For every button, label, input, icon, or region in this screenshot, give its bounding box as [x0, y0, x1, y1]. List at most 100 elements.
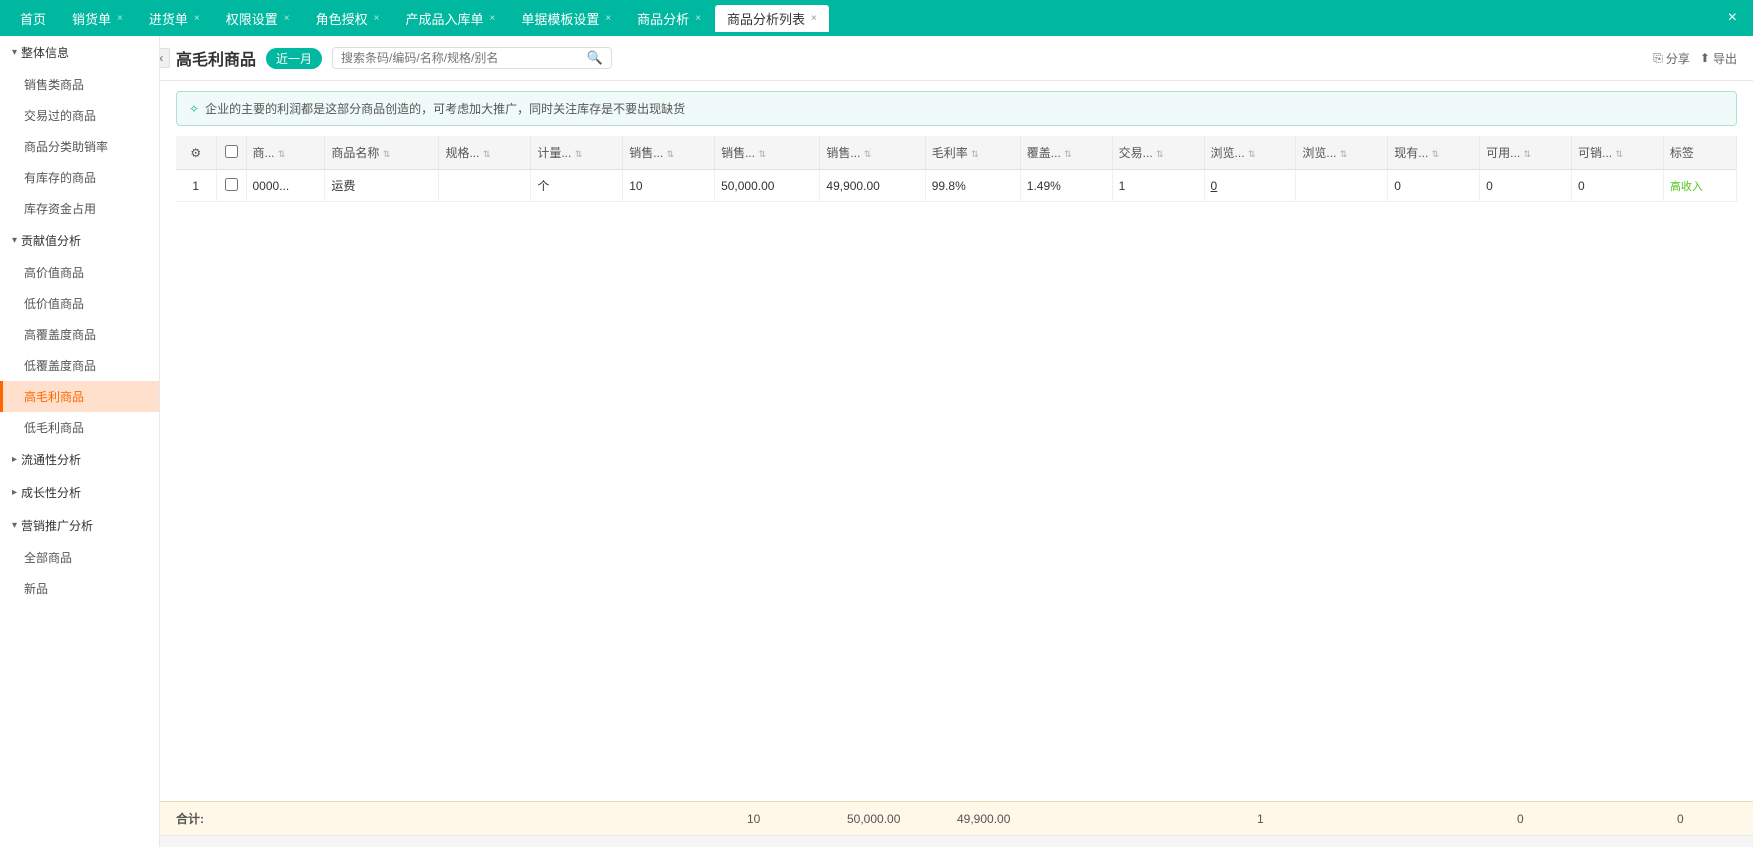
col-header-stock-available[interactable]: 可用... ⇅ — [1480, 136, 1572, 170]
close-app-button[interactable]: × — [1720, 5, 1745, 31]
sidebar-item-stock-capital[interactable]: 库存资金占用 — [0, 193, 159, 224]
sidebar-item-traded-goods[interactable]: 交易过的商品 — [0, 100, 159, 131]
col-header-name[interactable]: 商品名称 ⇅ — [325, 136, 439, 170]
collapse-sidebar-button[interactable]: « — [160, 48, 170, 68]
sidebar-item-sales-goods[interactable]: 销售类商品 — [0, 69, 159, 100]
col-header-sale-qty[interactable]: 销售... ⇅ — [623, 136, 715, 170]
nav-tab-permission[interactable]: 权限设置 × — [214, 5, 302, 32]
cell-stock-sale: 0 — [1572, 170, 1664, 202]
cell-sale-amount: 50,000.00 — [715, 170, 820, 202]
search-box: 🔍 — [332, 47, 612, 69]
cell-spec — [439, 170, 531, 202]
top-nav: 首页 销货单 × 进货单 × 权限设置 × 角色授权 × 产成品入库单 × 单据… — [0, 0, 1753, 36]
close-sales-tab[interactable]: × — [117, 13, 123, 24]
nav-tab-home[interactable]: 首页 — [8, 5, 58, 32]
content-header: 高毛利商品 近一月 🔍 ⎘ 分享 ⬆ 导出 — [160, 36, 1753, 81]
sidebar-group-liquidity[interactable]: ▸ 流通性分析 — [0, 443, 159, 476]
search-icon: 🔍 — [587, 50, 603, 66]
col-header-stock-current[interactable]: 现有... ⇅ — [1388, 136, 1480, 170]
sort-icon-unit: ⇅ — [575, 149, 583, 159]
sidebar-item-all-goods[interactable]: 全部商品 — [0, 542, 159, 573]
footer-sale-qty: 10 — [747, 812, 827, 826]
chevron-right-icon-2: ▸ — [12, 487, 17, 498]
sort-icon-sale-profit: ⇅ — [864, 149, 872, 159]
filter-month-button[interactable]: 近一月 — [266, 48, 322, 69]
nav-tab-analysis-list[interactable]: 商品分析列表 × — [715, 5, 829, 32]
close-analysis-tab[interactable]: × — [695, 13, 701, 24]
sidebar-item-new-goods[interactable]: 新品 — [0, 573, 159, 604]
sidebar-item-high-coverage[interactable]: 高覆盖度商品 — [0, 319, 159, 350]
nav-tab-role[interactable]: 角色授权 × — [304, 5, 392, 32]
col-header-sale-profit[interactable]: 销售... ⇅ — [820, 136, 925, 170]
col-header-spec[interactable]: 规格... ⇅ — [439, 136, 531, 170]
chevron-right-icon: ▸ — [12, 454, 17, 465]
col-header-tag[interactable]: 标签 — [1663, 136, 1736, 170]
view1-link[interactable]: 0 — [1211, 179, 1218, 193]
content-area: « 高毛利商品 近一月 🔍 ⎘ 分享 ⬆ 导出 ✧ — [160, 36, 1753, 847]
cell-margin-rate: 99.8% — [925, 170, 1020, 202]
cell-check[interactable] — [216, 170, 246, 202]
sidebar-item-low-margin[interactable]: 低毛利商品 — [0, 412, 159, 443]
main-layout: ▾ 整体信息 销售类商品 交易过的商品 商品分类助销率 有库存的商品 库存资金占… — [0, 36, 1753, 847]
sidebar-item-high-value[interactable]: 高价值商品 — [0, 257, 159, 288]
col-header-stock-sale[interactable]: 可销... ⇅ — [1572, 136, 1664, 170]
nav-tab-purchase[interactable]: 进货单 × — [137, 5, 212, 32]
cell-name: 运费 — [325, 170, 439, 202]
sidebar: ▾ 整体信息 销售类商品 交易过的商品 商品分类助销率 有库存的商品 库存资金占… — [0, 36, 160, 847]
select-all-checkbox[interactable] — [225, 145, 238, 158]
close-purchase-tab[interactable]: × — [194, 13, 200, 24]
col-header-trade[interactable]: 交易... ⇅ — [1112, 136, 1204, 170]
search-input[interactable] — [341, 51, 587, 65]
close-product-in-tab[interactable]: × — [489, 13, 495, 24]
sidebar-group-contribution[interactable]: ▾ 贡献值分析 — [0, 224, 159, 257]
col-header-unit[interactable]: 计量... ⇅ — [531, 136, 623, 170]
share-button[interactable]: ⎘ 分享 — [1653, 50, 1690, 67]
col-header-settings[interactable]: ⚙ — [176, 136, 216, 170]
nav-tab-sales[interactable]: 销货单 × — [60, 5, 135, 32]
sort-icon-sale-amount: ⇅ — [758, 149, 766, 159]
col-header-sale-amount[interactable]: 销售... ⇅ — [715, 136, 820, 170]
nav-tab-analysis[interactable]: 商品分析 × — [625, 5, 713, 32]
col-header-margin[interactable]: 毛利率 ⇅ — [925, 136, 1020, 170]
col-header-view1[interactable]: 浏览... ⇅ — [1204, 136, 1296, 170]
sidebar-item-low-coverage[interactable]: 低覆盖度商品 — [0, 350, 159, 381]
sort-icon-trade: ⇅ — [1156, 149, 1164, 159]
info-icon: ✧ — [189, 102, 199, 116]
horizontal-scrollbar[interactable] — [160, 835, 1753, 847]
sort-icon-margin: ⇅ — [971, 149, 979, 159]
sidebar-item-stocked-goods[interactable]: 有库存的商品 — [0, 162, 159, 193]
cell-trade: 1 — [1112, 170, 1204, 202]
sidebar-item-category-rate[interactable]: 商品分类助销率 — [0, 131, 159, 162]
cell-view2 — [1296, 170, 1388, 202]
export-button[interactable]: ⬆ 导出 — [1700, 50, 1737, 67]
close-permission-tab[interactable]: × — [284, 13, 290, 24]
close-role-tab[interactable]: × — [374, 13, 380, 24]
sidebar-item-low-value[interactable]: 低价值商品 — [0, 288, 159, 319]
col-header-view2[interactable]: 浏览... ⇅ — [1296, 136, 1388, 170]
data-table: ⚙ 商... ⇅ 商品名称 ⇅ 规格... — [176, 136, 1737, 202]
sidebar-item-high-margin[interactable]: 高毛利商品 — [0, 381, 159, 412]
tag-high-income: 高收入 — [1670, 181, 1703, 193]
footer-stock-current: 0 — [1517, 812, 1577, 826]
col-header-coverage[interactable]: 覆盖... ⇅ — [1020, 136, 1112, 170]
cell-no: 1 — [176, 170, 216, 202]
col-header-check[interactable] — [216, 136, 246, 170]
export-icon: ⬆ — [1700, 51, 1710, 65]
sidebar-group-growth[interactable]: ▸ 成长性分析 — [0, 476, 159, 509]
sidebar-group-overall[interactable]: ▾ 整体信息 — [0, 36, 159, 69]
nav-tab-template[interactable]: 单据模板设置 × — [509, 5, 623, 32]
chevron-down-icon-2: ▾ — [12, 235, 17, 246]
page-title: 高毛利商品 — [176, 46, 256, 70]
footer-sale-profit: 49,900.00 — [957, 812, 1047, 826]
row-checkbox[interactable] — [225, 178, 238, 191]
sidebar-group-marketing[interactable]: ▾ 营销推广分析 — [0, 509, 159, 542]
nav-tab-product-in[interactable]: 产成品入库单 × — [393, 5, 507, 32]
table-container[interactable]: ⚙ 商... ⇅ 商品名称 ⇅ 规格... — [160, 136, 1753, 801]
cell-stock-available: 0 — [1480, 170, 1572, 202]
cell-view1[interactable]: 0 — [1204, 170, 1296, 202]
col-header-code[interactable]: 商... ⇅ — [246, 136, 325, 170]
sort-icon-coverage: ⇅ — [1064, 149, 1072, 159]
sort-icon-name: ⇅ — [383, 149, 391, 159]
close-analysis-list-tab[interactable]: × — [811, 13, 817, 24]
close-template-tab[interactable]: × — [605, 13, 611, 24]
